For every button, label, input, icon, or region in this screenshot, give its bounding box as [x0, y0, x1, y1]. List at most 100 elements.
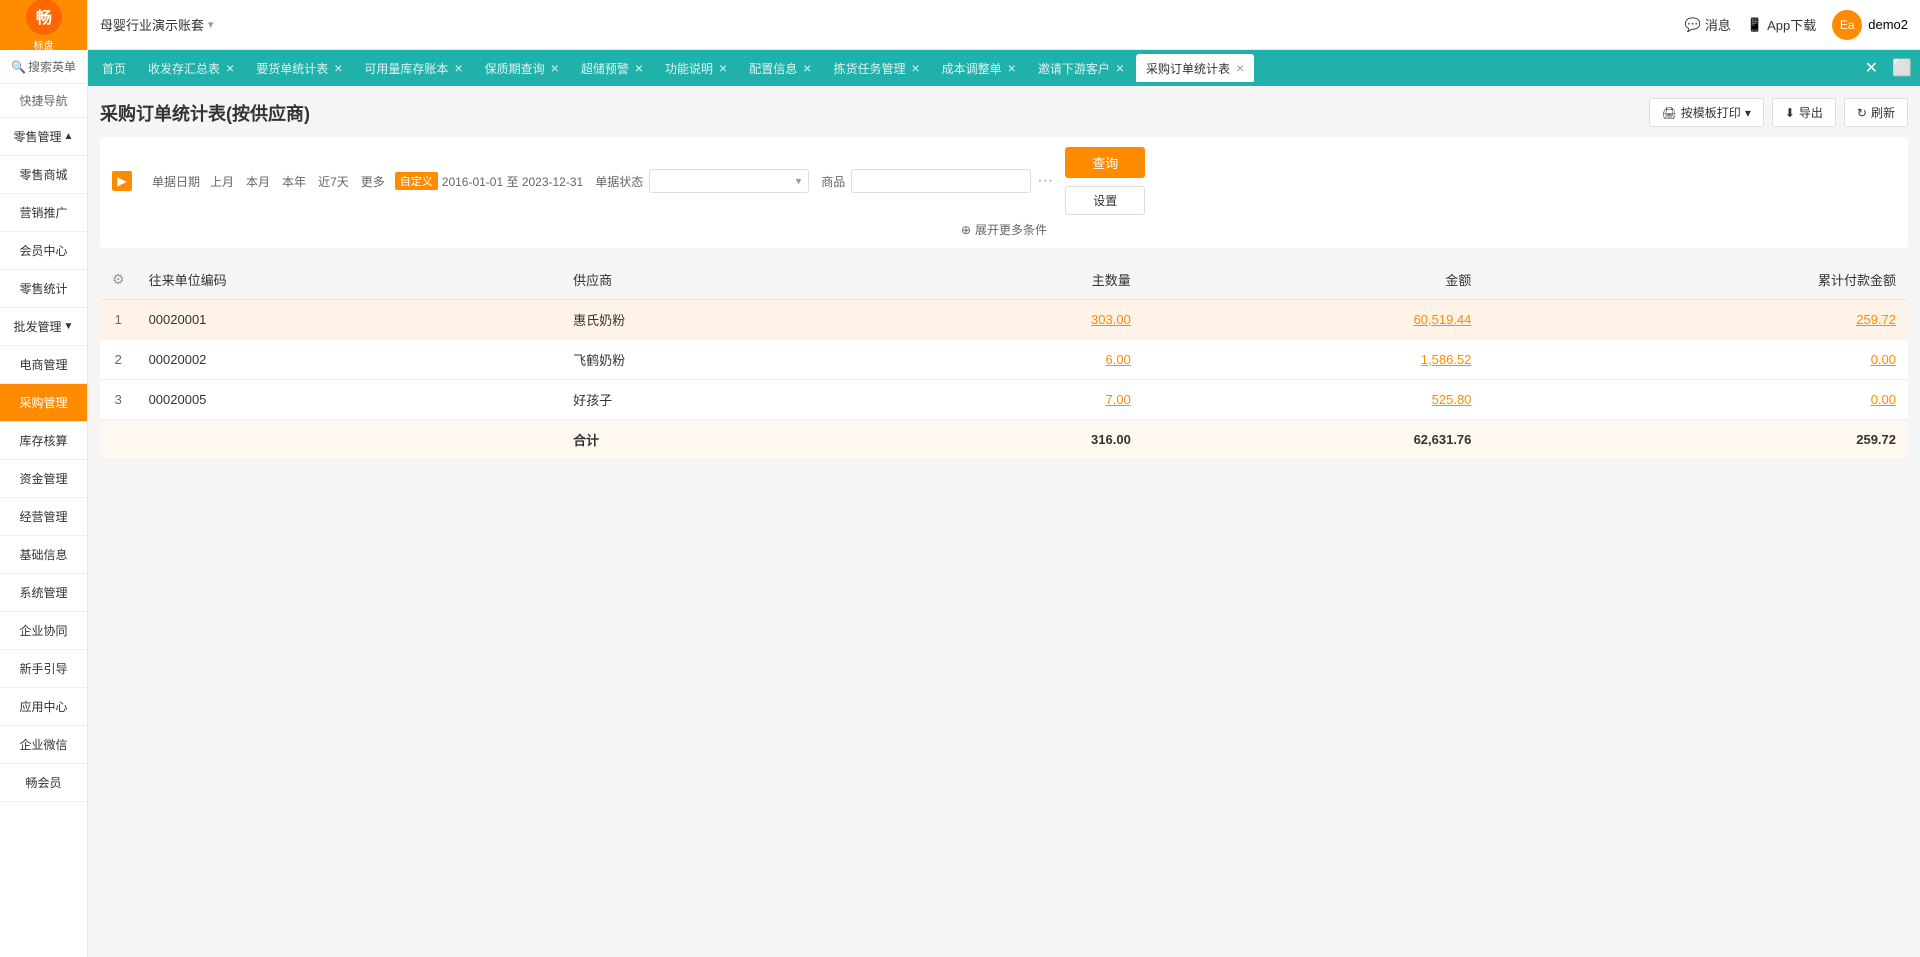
avatar: Ea: [1832, 10, 1862, 40]
message-button[interactable]: 💬 消息: [1685, 15, 1731, 34]
sidebar-item-purchase[interactable]: 采购管理: [0, 384, 87, 422]
date-btn-last-month[interactable]: 上月: [206, 171, 238, 192]
tab-close-icon[interactable]: ×: [1116, 61, 1124, 75]
search-button[interactable]: 🔍 搜索英单: [6, 58, 81, 75]
close-all-tabs-button[interactable]: ✕: [1861, 56, 1882, 80]
table-row[interactable]: 3 00020005 好孩子 7.00 525.80 0.00: [100, 380, 1908, 420]
sidebar-item-sys[interactable]: 系统管理: [0, 574, 87, 612]
tab-chengben[interactable]: 成本调整单 ×: [932, 54, 1026, 82]
goods-input[interactable]: [851, 169, 1031, 193]
tab-close-icon[interactable]: ×: [334, 61, 342, 75]
sidebar-item-corp[interactable]: 企业协同: [0, 612, 87, 650]
print-button[interactable]: 🖨 按模板打印 ▾: [1649, 98, 1764, 127]
sidebar-item-marketing[interactable]: 营销推广: [0, 194, 87, 232]
row-supplier: 好孩子: [561, 380, 877, 420]
date-btn-more[interactable]: 更多: [357, 171, 389, 192]
filter-expand-arrow[interactable]: ▶: [112, 171, 132, 191]
export-button[interactable]: ⬇ 导出: [1772, 98, 1836, 127]
sidebar-item-vip[interactable]: 畅会员: [0, 764, 87, 802]
topbar-right: 💬 消息 📱 App下载 Ea demo2: [1685, 10, 1908, 40]
th-supplier: 供应商: [561, 260, 877, 300]
sidebar-item-retail-stat[interactable]: 零售统计: [0, 270, 87, 308]
goods-more-icon[interactable]: ···: [1037, 172, 1053, 190]
tab-shoufa[interactable]: 收发存汇总表 ×: [138, 54, 244, 82]
tab-chaocheng[interactable]: 超储预警 ×: [571, 54, 653, 82]
table-row[interactable]: 1 00020001 惠氏奶粉 303.00 60,519.44 259.72: [100, 300, 1908, 340]
sidebar-item-finance[interactable]: 资金管理: [0, 460, 87, 498]
workspace-name: 母婴行业演示账套: [100, 15, 204, 34]
column-settings-button[interactable]: 设置: [1065, 186, 1145, 215]
footer-amount: 62,631.76: [1143, 420, 1484, 460]
sidebar: 畅 标盘 🔍 搜索英单 快捷导航 零售管理 ▲ 零售商城 营销推广 会员中心 零…: [0, 0, 88, 957]
print-icon: 🖨: [1662, 106, 1677, 120]
row-supplier: 飞鹤奶粉: [561, 340, 877, 380]
refresh-button[interactable]: ↻ 刷新: [1844, 98, 1908, 127]
tab-shoufa-label: 收发存汇总表: [148, 60, 220, 77]
sidebar-item-retail-mall[interactable]: 零售商城: [0, 156, 87, 194]
app-download-button[interactable]: 📱 App下载: [1747, 15, 1816, 34]
sidebar-item-inventory[interactable]: 库存核算: [0, 422, 87, 460]
tab-kuyong-label: 可用量库存账本: [364, 60, 448, 77]
sidebar-item-wholesale[interactable]: 批发管理 ▼: [0, 308, 87, 346]
page-title: 采购订单统计表(按供应商): [100, 100, 310, 126]
expand-more-label: 展开更多条件: [975, 221, 1047, 238]
footer-empty1: [100, 420, 137, 460]
tab-close-icon[interactable]: ×: [454, 61, 462, 75]
expand-more-row[interactable]: ⊕ 展开更多条件: [112, 215, 1896, 238]
row-amount: 60,519.44: [1143, 300, 1484, 340]
tab-close-icon[interactable]: ×: [911, 61, 919, 75]
date-btn-this-month[interactable]: 本月: [242, 171, 274, 192]
query-button[interactable]: 查询: [1065, 147, 1145, 178]
tab-tuohuo[interactable]: 拣货任务管理 ×: [823, 54, 929, 82]
row-qty: 303.00: [877, 300, 1142, 340]
tab-home-label: 首页: [102, 60, 126, 77]
user-menu[interactable]: Ea demo2: [1832, 10, 1908, 40]
tab-close-icon[interactable]: ×: [551, 61, 559, 75]
maximize-button[interactable]: ⬜: [1888, 56, 1916, 80]
workspace-selector[interactable]: 母婴行业演示账套 ▾: [100, 15, 214, 34]
status-select[interactable]: [649, 169, 809, 193]
sidebar-item-ops[interactable]: 经营管理: [0, 498, 87, 536]
tab-baozhi[interactable]: 保质期查询 ×: [475, 54, 569, 82]
query-panel: 查询 设置: [1065, 147, 1145, 215]
sidebar-item-member[interactable]: 会员中心: [0, 232, 87, 270]
date-btn-this-year[interactable]: 本年: [278, 171, 310, 192]
tab-yaoqing[interactable]: 邀请下游客户 ×: [1028, 54, 1134, 82]
sidebar-item-retail[interactable]: 零售管理 ▲: [0, 118, 87, 156]
tab-peizhi[interactable]: 配置信息 ×: [739, 54, 821, 82]
tab-kuyong[interactable]: 可用量库存账本 ×: [354, 54, 472, 82]
quicknav-button[interactable]: 快捷导航: [0, 84, 87, 118]
tab-close-icon[interactable]: ×: [803, 61, 811, 75]
row-amount: 525.80: [1143, 380, 1484, 420]
tab-close-icon[interactable]: ×: [1008, 61, 1016, 75]
tab-close-icon[interactable]: ×: [719, 61, 727, 75]
tab-gngs[interactable]: 功能说明 ×: [655, 54, 737, 82]
export-icon: ⬇: [1785, 106, 1795, 120]
status-filter: 单据状态: [595, 169, 809, 193]
tab-caigou[interactable]: 采购订单统计表 ×: [1136, 54, 1254, 82]
row-num: 1: [100, 300, 137, 340]
search-icon: 🔍: [11, 60, 26, 74]
page-content: 采购订单统计表(按供应商) 🖨 按模板打印 ▾ ⬇ 导出 ↻ 刷新: [88, 86, 1920, 957]
sidebar-item-appcenter[interactable]: 应用中心: [0, 688, 87, 726]
main-area: 母婴行业演示账套 ▾ 💬 消息 📱 App下载 Ea demo2 首页: [88, 0, 1920, 957]
sidebar-item-ecom[interactable]: 电商管理: [0, 346, 87, 384]
tab-yaohuo[interactable]: 要货单统计表 ×: [246, 54, 352, 82]
tab-chengben-label: 成本调整单: [942, 60, 1002, 77]
date-btn-7days[interactable]: 近7天: [314, 171, 353, 192]
table-settings-icon[interactable]: ⚙: [112, 271, 125, 287]
refresh-icon: ↻: [1857, 106, 1867, 120]
search-section[interactable]: 🔍 搜索英单: [0, 50, 87, 84]
row-code: 00020005: [137, 380, 562, 420]
tab-close-icon[interactable]: ×: [226, 61, 234, 75]
tab-close-icon[interactable]: ×: [635, 61, 643, 75]
footer-paid: 259.72: [1483, 420, 1908, 460]
tab-home[interactable]: 首页: [92, 54, 136, 82]
page-actions: 🖨 按模板打印 ▾ ⬇ 导出 ↻ 刷新: [1649, 98, 1908, 127]
sidebar-item-basic[interactable]: 基础信息: [0, 536, 87, 574]
sidebar-item-newbie[interactable]: 新手引导: [0, 650, 87, 688]
tab-close-active-icon[interactable]: ×: [1236, 61, 1244, 75]
table-row[interactable]: 2 00020002 飞鹤奶粉 6.00 1,586.52 0.00: [100, 340, 1908, 380]
topbar-left: 母婴行业演示账套 ▾: [100, 15, 214, 34]
sidebar-item-corpwx[interactable]: 企业微信: [0, 726, 87, 764]
